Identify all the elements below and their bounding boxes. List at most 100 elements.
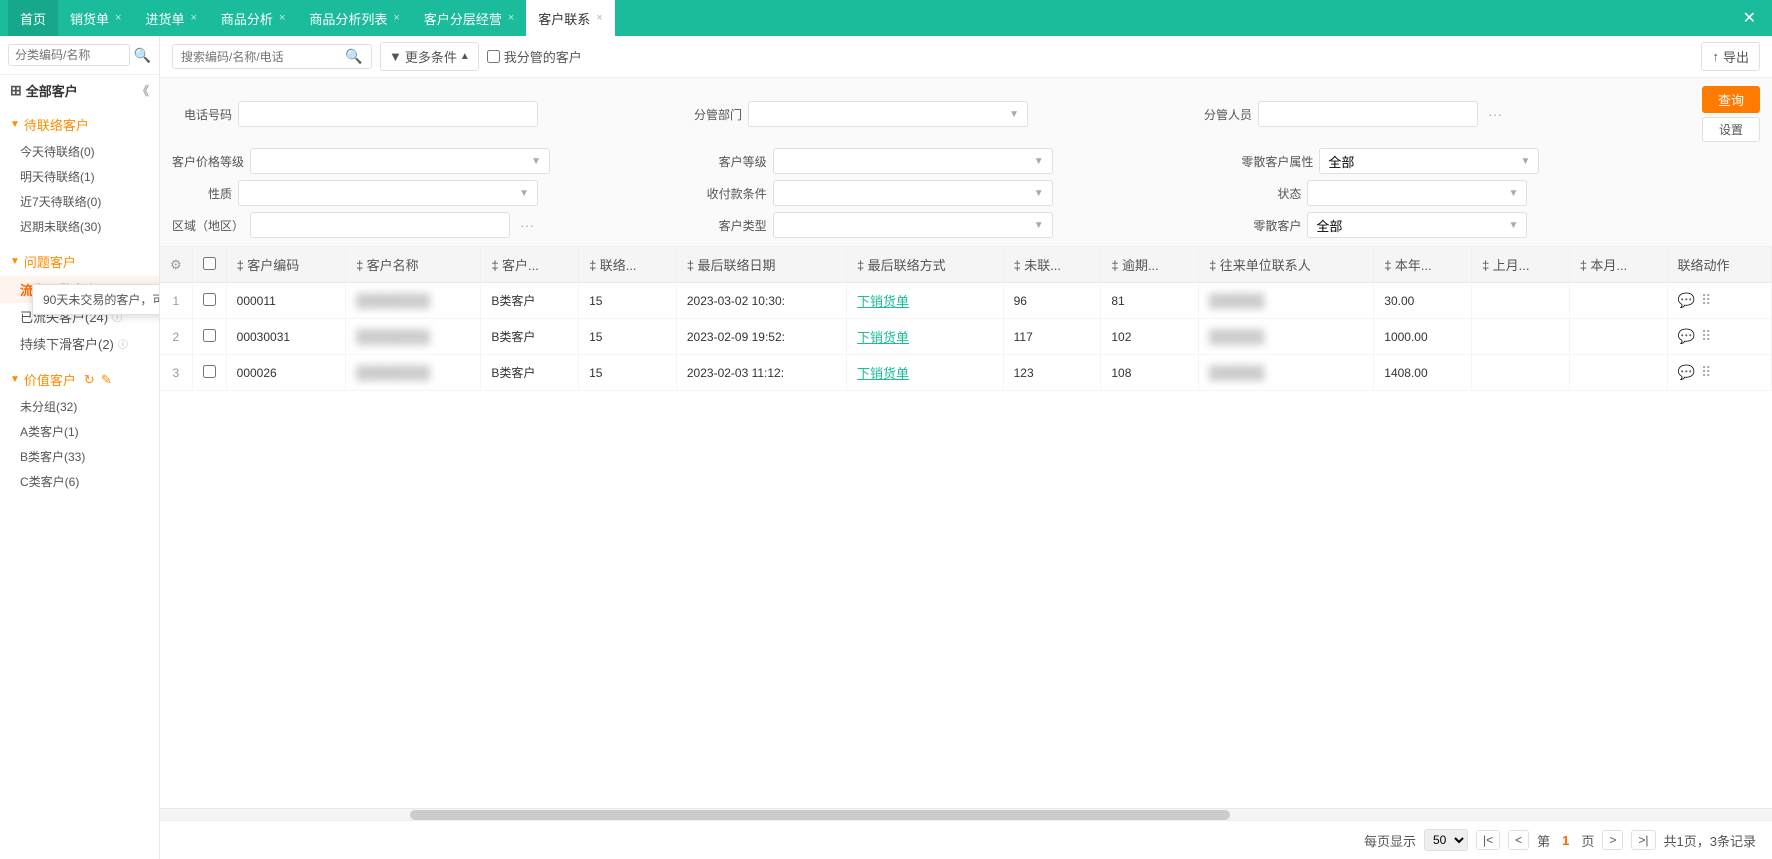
grade-arrow-icon: ▼ <box>1034 156 1044 167</box>
th-last-date: ‡ 最后联络日期 <box>676 247 846 283</box>
next-page-button[interactable]: > <box>1602 830 1623 850</box>
manager-more-icon[interactable]: ··· <box>1484 106 1506 122</box>
last-page-button[interactable]: >| <box>1631 830 1655 850</box>
nav-tab-sales[interactable]: 销货单 × <box>58 0 133 36</box>
main-search-input[interactable] <box>181 50 341 64</box>
filter-row-1: 电话号码 分管部门 ▼ 分管人员 ··· 查询 设置 <box>172 86 1760 142</box>
row-uncontact: 123 <box>1003 355 1101 391</box>
sidebar-search-input[interactable] <box>8 44 130 66</box>
close-goods-analysis-list-tab[interactable]: × <box>393 12 399 24</box>
toolbar: 🔍 ▼ 更多条件 ▲ 我分管的客户 ↑ 导出 <box>160 36 1772 78</box>
row-name: ████████ <box>346 355 481 391</box>
retail-customer-select[interactable]: 全部 ▼ <box>1307 212 1527 238</box>
table-row: 1 000011 ████████ B类客户 15 2023-03-02 10:… <box>160 283 1772 319</box>
my-customers-checkbox-label[interactable]: 我分管的客户 <box>487 47 582 66</box>
sidebar: 🔍 ⊞ 全部客户 《 ▼ 待联络客户 今天待联络(0) 明天待联络(1) 近7天… <box>0 36 160 859</box>
sidebar-item-class-b[interactable]: B类客户(33) <box>0 444 159 469</box>
manager-input[interactable] <box>1258 101 1478 127</box>
payment-select[interactable]: ▼ <box>773 180 1053 206</box>
dept-select[interactable]: ▼ <box>748 101 1028 127</box>
refresh-value-icon[interactable]: ↻ <box>84 372 95 388</box>
sidebar-item-declining[interactable]: 持续下滑客户(2) ⓘ <box>0 330 159 357</box>
row-this-month <box>1569 319 1667 355</box>
row-action-more-icon[interactable]: ⠿ <box>1701 328 1711 345</box>
scrollbar-thumb[interactable] <box>410 810 1230 820</box>
filter-field-ctype: 客户类型 ▼ <box>707 212 1226 238</box>
close-purchase-tab[interactable]: × <box>190 12 196 24</box>
close-goods-analysis-tab[interactable]: × <box>279 12 285 24</box>
ctype-select[interactable]: ▼ <box>773 212 1053 238</box>
filter-field-retail-attr: 零散客户属性 全部 ▼ <box>1241 148 1760 174</box>
row-code: 000011 <box>226 283 345 319</box>
settings-button[interactable]: 设置 <box>1702 117 1760 142</box>
main-search-icon[interactable]: 🔍 <box>345 48 362 65</box>
sidebar-item-tomorrow-pending[interactable]: 明天待联络(1) <box>0 164 159 189</box>
region-input[interactable] <box>250 212 510 238</box>
sidebar-item-overdue-pending[interactable]: 迟期未联络(30) <box>0 214 159 239</box>
nav-tab-purchase[interactable]: 进货单 × <box>133 0 208 36</box>
manager-label: 分管人员 <box>1192 106 1252 123</box>
all-customers-item[interactable]: ⊞ 全部客户 《 <box>0 75 159 106</box>
sidebar-group-problem[interactable]: ▼ 问题客户 <box>0 247 159 276</box>
export-button[interactable]: ↑ 导出 <box>1701 42 1760 71</box>
sidebar-item-7day-pending[interactable]: 近7天待联络(0) <box>0 189 159 214</box>
edit-value-icon[interactable]: ✎ <box>101 372 112 388</box>
filter-row-3: 性质 ▼ 收付款条件 ▼ 状态 <box>172 180 1760 206</box>
row-last-month <box>1472 319 1570 355</box>
my-customers-checkbox[interactable] <box>487 50 500 63</box>
phone-input[interactable] <box>238 101 538 127</box>
close-customer-tier-tab[interactable]: × <box>508 12 514 24</box>
row-checkbox-0[interactable] <box>203 293 216 306</box>
settings-icon[interactable]: ⚙ <box>170 257 182 272</box>
filter-field-grade: 客户等级 ▼ <box>707 148 1226 174</box>
row-last-way: 下销货单 <box>847 283 1004 319</box>
row-last-date: 2023-02-09 19:52: <box>676 319 846 355</box>
prev-page-button[interactable]: < <box>1508 830 1529 850</box>
close-sales-tab[interactable]: × <box>115 12 121 24</box>
status-select[interactable]: ▼ <box>1307 180 1527 206</box>
page-size-select[interactable]: 50 <box>1424 829 1468 851</box>
region-more-icon[interactable]: ··· <box>516 217 538 233</box>
close-customer-contact-tab[interactable]: × <box>596 12 602 24</box>
row-action-more-icon[interactable]: ⠿ <box>1701 364 1711 381</box>
nav-tab-home[interactable]: 首页 <box>8 0 58 36</box>
sidebar-item-class-a[interactable]: A类客户(1) <box>0 419 159 444</box>
sidebar-item-today-pending[interactable]: 今天待联络(0) <box>0 139 159 164</box>
nature-select[interactable]: ▼ <box>238 180 538 206</box>
close-all-tabs-button[interactable]: ✕ <box>1735 8 1764 28</box>
horizontal-scrollbar[interactable] <box>160 808 1772 820</box>
retail-attr-select[interactable]: 全部 ▼ <box>1319 148 1539 174</box>
row-action-chat-icon[interactable]: 💬 <box>1678 328 1695 345</box>
sidebar-item-class-c[interactable]: C类客户(6) <box>0 469 159 494</box>
row-action-more-icon[interactable]: ⠿ <box>1701 292 1711 309</box>
first-page-button[interactable]: |< <box>1476 830 1500 850</box>
price-level-select[interactable]: ▼ <box>250 148 550 174</box>
table-row: 3 000026 ████████ B类客户 15 2023-02-03 11:… <box>160 355 1772 391</box>
row-num: 2 <box>160 319 192 355</box>
row-checkbox-2[interactable] <box>203 365 216 378</box>
row-year-amount: 1000.00 <box>1374 319 1472 355</box>
th-year-amount: ‡ 本年... <box>1374 247 1472 283</box>
nav-tab-goods-analysis-list[interactable]: 商品分析列表 × <box>297 0 411 36</box>
filter-panel: 电话号码 分管部门 ▼ 分管人员 ··· 查询 设置 <box>160 78 1772 247</box>
sidebar-item-ungroup[interactable]: 未分组(32) <box>0 394 159 419</box>
row-actions: 💬 ⠿ <box>1667 283 1771 319</box>
sidebar-group-value[interactable]: ▼ 价值客户 ↻ ✎ <box>0 365 159 394</box>
collapse-all-icon[interactable]: 《 <box>137 82 149 99</box>
row-checkbox-cell <box>192 283 226 319</box>
nav-tab-customer-contact[interactable]: 客户联系 × <box>526 0 614 36</box>
row-checkbox-1[interactable] <box>203 329 216 342</box>
sidebar-group-pending[interactable]: ▼ 待联络客户 <box>0 110 159 139</box>
filter-field-nature: 性质 ▼ <box>172 180 691 206</box>
sidebar-search-icon[interactable]: 🔍 <box>134 47 151 64</box>
grade-select[interactable]: ▼ <box>773 148 1053 174</box>
row-action-chat-icon[interactable]: 💬 <box>1678 364 1695 381</box>
nav-tab-customer-tier[interactable]: 客户分层经营 × <box>412 0 526 36</box>
row-contact: 15 <box>579 283 677 319</box>
nav-tab-goods-analysis[interactable]: 商品分析 × <box>209 0 297 36</box>
more-filter-button[interactable]: ▼ 更多条件 ▲ <box>380 42 479 71</box>
query-button[interactable]: 查询 <box>1702 86 1760 113</box>
select-all-checkbox[interactable] <box>203 257 216 270</box>
page-label: 页 <box>1581 831 1594 850</box>
row-action-chat-icon[interactable]: 💬 <box>1678 292 1695 309</box>
